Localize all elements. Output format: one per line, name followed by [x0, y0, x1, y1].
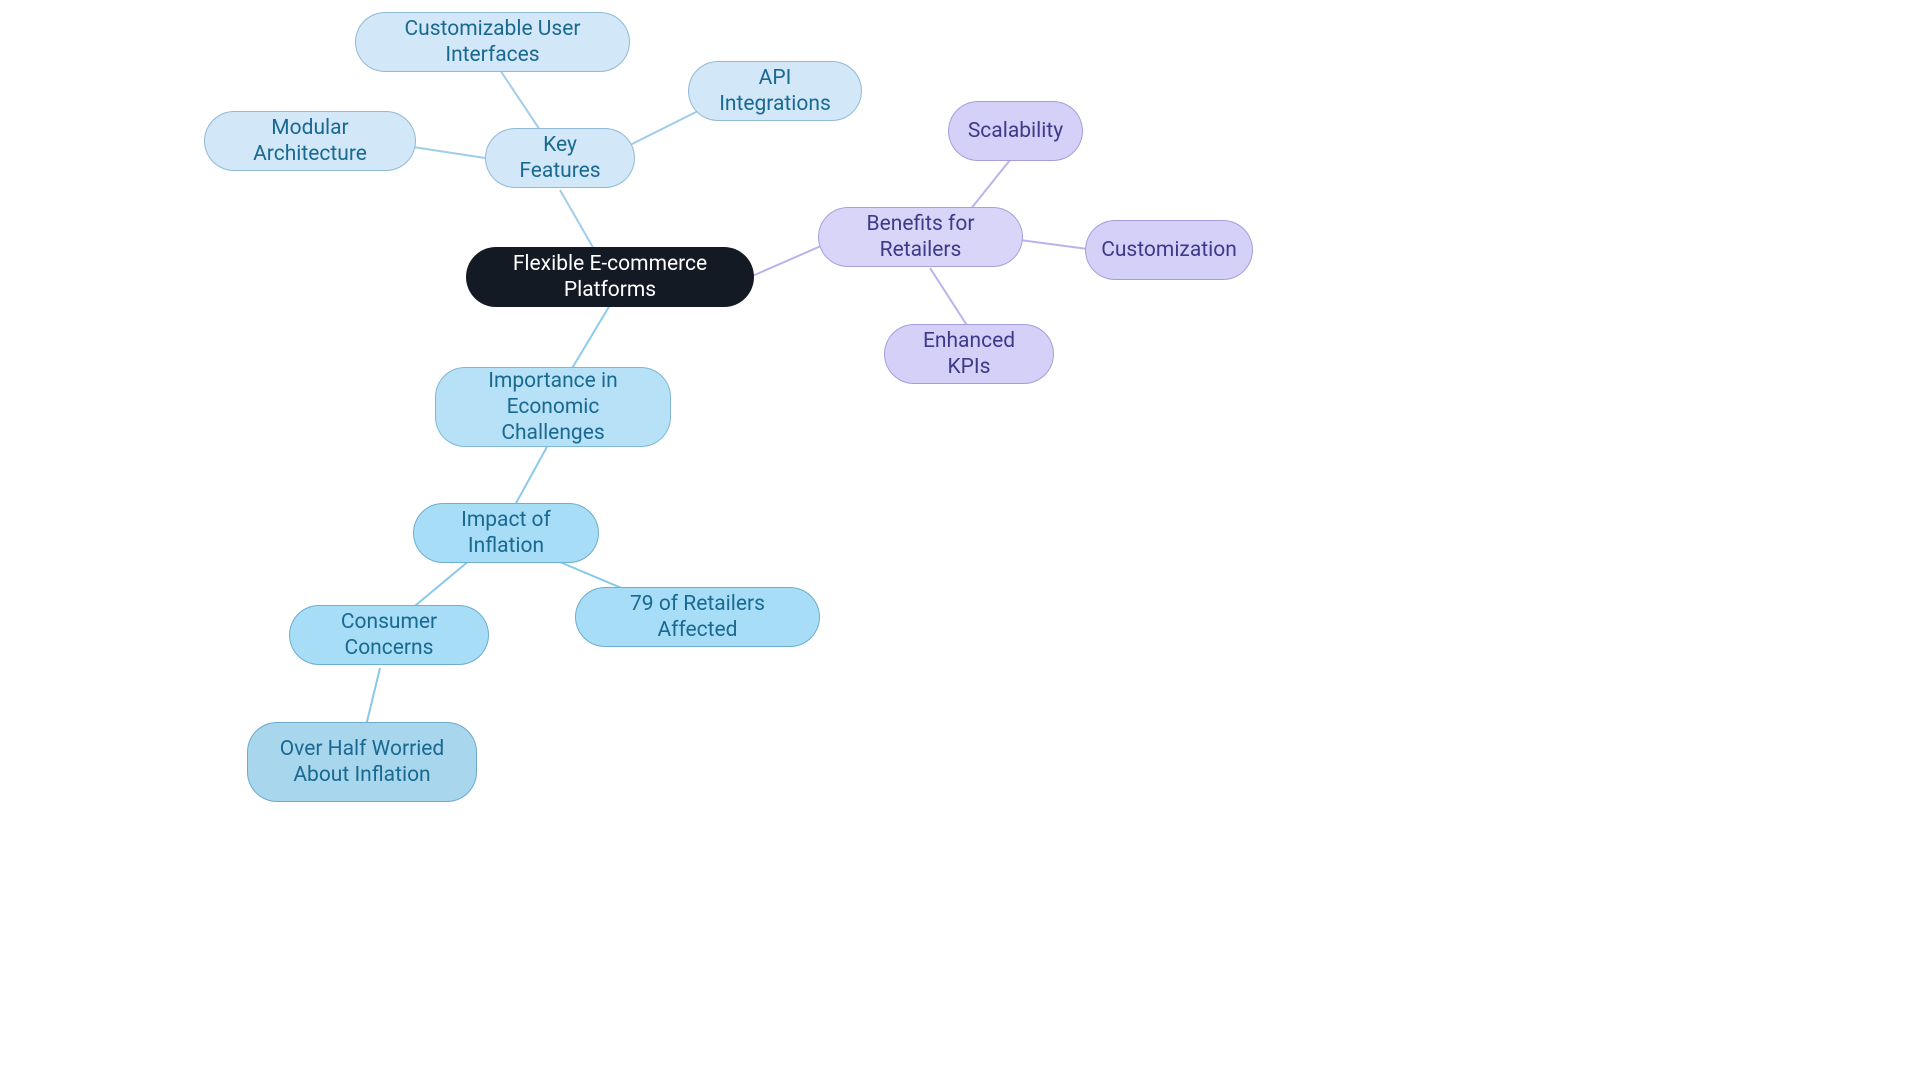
node-impact-of-inflation[interactable]: Impact of Inflation	[413, 503, 599, 563]
node-scalability[interactable]: Scalability	[948, 101, 1083, 161]
node-label: Modular Architecture	[223, 115, 397, 168]
node-benefits-for-retailers[interactable]: Benefits for Retailers	[818, 207, 1023, 267]
node-label: Customizable User Interfaces	[374, 16, 611, 69]
node-key-features[interactable]: Key Features	[485, 128, 635, 188]
node-customization[interactable]: Customization	[1085, 220, 1253, 280]
node-enhanced-kpis[interactable]: Enhanced KPIs	[884, 324, 1054, 384]
node-consumer-concerns[interactable]: Consumer Concerns	[289, 605, 489, 665]
node-label: Over Half Worried About Inflation	[266, 736, 458, 789]
node-label: Consumer Concerns	[308, 609, 470, 662]
node-label: Customization	[1101, 237, 1237, 263]
node-over-half-worried[interactable]: Over Half Worried About Inflation	[247, 722, 477, 802]
node-label: Importance in Economic Challenges	[454, 368, 652, 447]
node-label: Scalability	[968, 118, 1063, 144]
node-modular-architecture[interactable]: Modular Architecture	[204, 111, 416, 171]
node-customizable-ui[interactable]: Customizable User Interfaces	[355, 12, 630, 72]
node-label: Benefits for Retailers	[837, 211, 1004, 264]
node-root[interactable]: Flexible E-commerce Platforms	[466, 247, 754, 307]
node-api-integrations[interactable]: API Integrations	[688, 61, 862, 121]
node-label: Key Features	[504, 132, 616, 185]
node-label: Enhanced KPIs	[903, 328, 1035, 381]
node-79-retailers-affected[interactable]: 79 of Retailers Affected	[575, 587, 820, 647]
node-label: Impact of Inflation	[432, 507, 580, 560]
node-importance-economic-challenges[interactable]: Importance in Economic Challenges	[435, 367, 671, 447]
node-label: API Integrations	[707, 65, 843, 118]
mindmap-canvas: Flexible E-commerce Platforms Key Featur…	[0, 0, 1920, 1083]
node-label: Flexible E-commerce Platforms	[484, 251, 736, 304]
node-label: 79 of Retailers Affected	[594, 591, 801, 644]
